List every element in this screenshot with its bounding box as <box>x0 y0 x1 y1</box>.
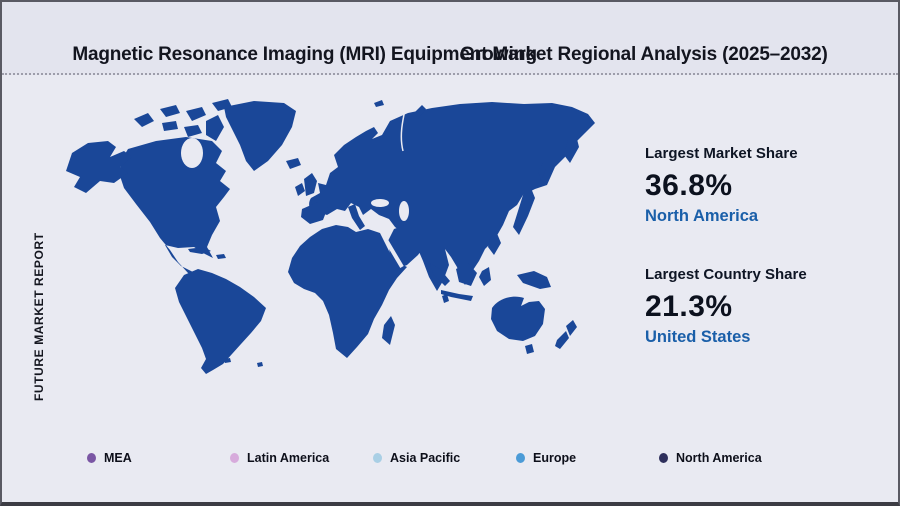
legend-label: MEA <box>104 451 132 465</box>
stat-value: 21.3% <box>645 290 733 323</box>
legend-item-mea: MEA <box>87 449 132 467</box>
legend-item-asia-pacific: Asia Pacific <box>373 449 460 467</box>
region-south-atlantic-islands <box>224 358 263 367</box>
legend-item-north-america: North America <box>659 449 762 467</box>
report-frame: Magnetic Resonance Imaging (MRI) Equipme… <box>0 0 900 506</box>
continent-australia <box>491 296 545 341</box>
legend-label: North America <box>676 451 762 465</box>
world-map-svg <box>66 99 595 374</box>
stat-region: United States <box>645 328 751 346</box>
legend-swatch-icon <box>373 453 382 463</box>
report-header: Magnetic Resonance Imaging (MRI) Equipme… <box>2 2 898 75</box>
stat-label: Largest Market Share <box>645 145 798 162</box>
legend-item-latin-america: Latin America <box>230 449 329 467</box>
sea-caspian <box>399 201 409 221</box>
stat-label: Largest Country Share <box>645 266 807 283</box>
legend-swatch-icon <box>230 453 239 463</box>
region-tasmania <box>525 344 534 354</box>
legend-item-europe: Europe <box>516 449 576 467</box>
report-title: Magnetic Resonance Imaging (MRI) Equipme… <box>72 44 828 65</box>
legend-label: Europe <box>533 451 577 465</box>
map-legend: MEA Latin America Asia Pacific Europe No… <box>2 449 898 469</box>
legend-label: Asia Pacific <box>390 451 461 465</box>
stat-largest-market-share: Largest Market Share 36.8% North America <box>645 145 895 226</box>
legend-swatch-icon <box>516 453 525 463</box>
region-ireland <box>295 183 305 196</box>
report-title-overlay-text: Growing <box>460 44 538 65</box>
world-map <box>64 97 649 407</box>
region-arctic-islands <box>134 99 232 141</box>
legend-swatch-icon <box>87 453 96 463</box>
continent-south-america <box>175 269 266 374</box>
region-iberia <box>301 202 328 224</box>
region-new-zealand <box>555 320 577 349</box>
continent-north-america <box>119 137 230 288</box>
region-uk <box>304 173 317 196</box>
stat-value: 36.8% <box>645 169 733 202</box>
region-iceland <box>286 158 301 169</box>
stat-region: North America <box>645 207 759 225</box>
world-map-land <box>66 99 595 374</box>
stat-largest-country-share: Largest Country Share 21.3% United State… <box>645 266 895 347</box>
sea-black-sea <box>371 199 389 207</box>
region-svalbard-novaya <box>374 100 426 119</box>
legend-label: Latin America <box>247 451 330 465</box>
brand-vertical-label: FUTURE MARKET REPORT <box>32 232 46 402</box>
region-greenland <box>224 101 296 171</box>
region-madagascar <box>382 316 395 345</box>
legend-swatch-icon <box>659 453 668 463</box>
sea-hudson-bay <box>181 138 203 168</box>
